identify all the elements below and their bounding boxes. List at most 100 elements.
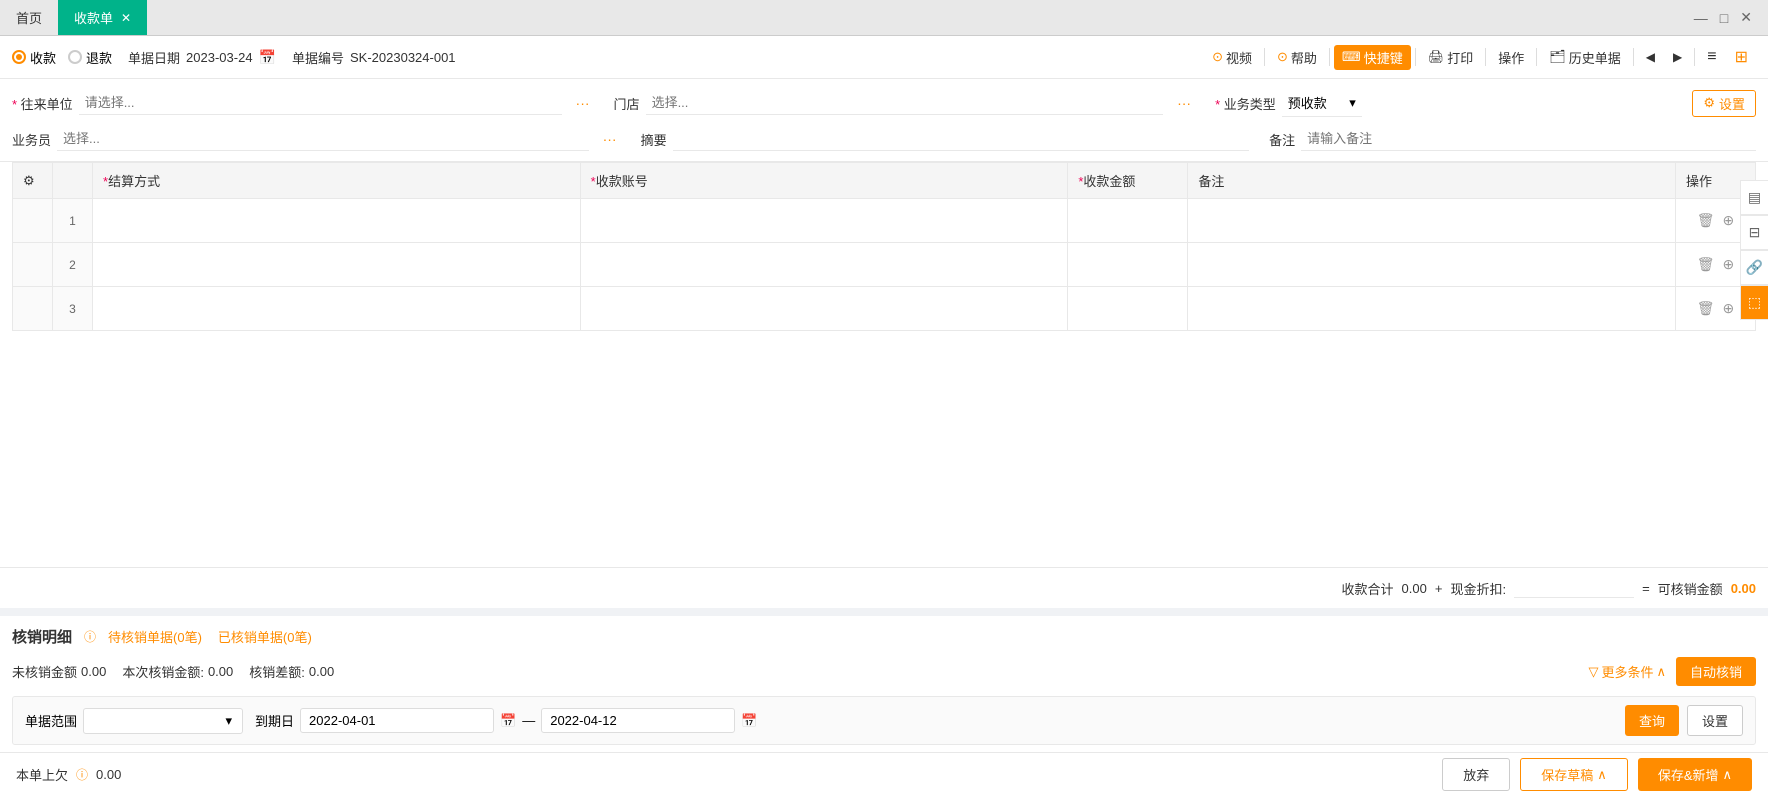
- row-1-settle-input[interactable]: [93, 199, 580, 242]
- nav-prev-button[interactable]: ◀: [1638, 47, 1663, 67]
- business-type-select[interactable]: 预收款 ▾: [1282, 89, 1362, 117]
- right-btn-1[interactable]: ▤: [1740, 180, 1768, 215]
- footer-info-icon[interactable]: ⓘ: [76, 766, 88, 783]
- tab-pending[interactable]: 待核销单据(0笔): [108, 627, 202, 646]
- discount-input[interactable]: [1514, 578, 1634, 598]
- calendar-icon[interactable]: 📅: [259, 49, 276, 66]
- row-3-amount-input[interactable]: [1068, 287, 1187, 330]
- minimize-button[interactable]: —: [1690, 6, 1712, 30]
- date-start-input[interactable]: [300, 708, 494, 733]
- row-2-settle-input[interactable]: [93, 243, 580, 286]
- divider5: [1536, 48, 1537, 66]
- tab-home[interactable]: 首页: [0, 0, 58, 35]
- row-2-delete-icon[interactable]: 🗑: [1697, 256, 1715, 273]
- row-1-account-input[interactable]: [581, 199, 1068, 242]
- gear-col-header[interactable]: ⚙: [13, 163, 53, 199]
- divider4: [1485, 48, 1486, 66]
- row-1-settle[interactable]: [93, 199, 581, 243]
- right-btn-2[interactable]: ⊟: [1740, 215, 1768, 250]
- help-button[interactable]: ⊙ 帮助: [1269, 45, 1325, 70]
- row-3-amount[interactable]: [1068, 287, 1188, 331]
- summary-field: 摘要: [641, 127, 1250, 151]
- reconcile-settings-button[interactable]: 设置: [1687, 705, 1743, 736]
- doc-range-select[interactable]: ▾: [83, 708, 243, 734]
- chevron-down-icon: ▾: [225, 713, 232, 729]
- settings-button[interactable]: ⚙ 设置: [1692, 90, 1756, 117]
- operate-button[interactable]: 操作: [1490, 45, 1532, 70]
- row-2-amount[interactable]: [1068, 243, 1188, 287]
- calendar-end-icon[interactable]: 📅: [741, 713, 757, 729]
- counterpart-label: 往来单位: [12, 94, 73, 113]
- business-type-label: 业务类型: [1215, 94, 1276, 113]
- save-draft-button[interactable]: 保存草稿 ∧: [1520, 758, 1628, 791]
- video-button[interactable]: ⊙ 视频: [1204, 45, 1260, 70]
- print-button[interactable]: 🖨 打印: [1420, 45, 1482, 70]
- store-more-icon[interactable]: ···: [1173, 95, 1195, 111]
- row-2-remark-input[interactable]: [1188, 243, 1675, 286]
- abandon-button[interactable]: 放弃: [1442, 758, 1510, 791]
- row-2-num: 2: [53, 243, 93, 287]
- query-button[interactable]: 查询: [1625, 705, 1679, 736]
- shortcut-button[interactable]: ⌨ 快捷键: [1334, 45, 1411, 70]
- more-filter-button[interactable]: ▽ 更多条件 ∧: [1588, 662, 1666, 681]
- tab-receipt[interactable]: 收款单 ✕: [58, 0, 147, 35]
- remark-header: 备注: [1188, 163, 1676, 199]
- row-2-settle[interactable]: [93, 243, 581, 287]
- row-2-account-input[interactable]: [581, 243, 1068, 286]
- tab-done[interactable]: 已核销单据(0笔): [218, 627, 312, 646]
- remark-input[interactable]: [1301, 127, 1756, 151]
- auto-reconcile-button[interactable]: 自动核销: [1676, 657, 1756, 686]
- close-tab-icon[interactable]: ✕: [121, 11, 131, 25]
- row-1-amount-input[interactable]: [1068, 199, 1187, 242]
- row-3-settle-input[interactable]: [93, 287, 580, 330]
- counterpart-input[interactable]: [79, 91, 562, 115]
- nav-next-button[interactable]: ▶: [1665, 47, 1690, 67]
- chevron-up-icon: ∧: [1656, 664, 1666, 680]
- radio-refund[interactable]: 退款: [68, 48, 112, 67]
- form-section: 往来单位 ··· 门店 ··· 业务类型 预收款 ▾ ⚙ 设置: [0, 79, 1768, 162]
- remark-field: 备注: [1269, 127, 1756, 151]
- save-new-button[interactable]: 保存&新增 ∧: [1638, 758, 1752, 791]
- right-float-panel: ▤ ⊟ 🔗 ⬚: [1740, 180, 1768, 320]
- row-3-remark[interactable]: [1188, 287, 1676, 331]
- summary-input[interactable]: [673, 127, 1250, 151]
- counterpart-more-icon[interactable]: ···: [572, 95, 594, 111]
- row-1-amount[interactable]: [1068, 199, 1188, 243]
- row-1-account[interactable]: [580, 199, 1068, 243]
- store-field: 门店 ···: [614, 91, 1196, 115]
- reconcile-info-icon[interactable]: ⓘ: [84, 628, 96, 645]
- row-3-settle[interactable]: [93, 287, 581, 331]
- shortcut-icon: ⌨: [1342, 49, 1361, 65]
- row-2-account[interactable]: [580, 243, 1068, 287]
- counterpart-field: 往来单位 ···: [12, 91, 594, 115]
- date-end-input[interactable]: [541, 708, 735, 733]
- staff-input[interactable]: [57, 127, 589, 151]
- row-3-delete-icon[interactable]: 🗑: [1697, 300, 1715, 317]
- orange-layout-button[interactable]: ⊞: [1727, 44, 1756, 70]
- gear-icon: ⚙: [1703, 95, 1715, 111]
- calendar-start-icon[interactable]: 📅: [500, 713, 516, 729]
- row-3-remark-input[interactable]: [1188, 287, 1675, 330]
- right-btn-3[interactable]: 🔗: [1740, 250, 1768, 285]
- row-2-remark[interactable]: [1188, 243, 1676, 287]
- divider2: [1329, 48, 1330, 66]
- footer-left: 本单上欠 ⓘ 0.00: [16, 765, 121, 784]
- row-2-copy-icon[interactable]: ⊕: [1723, 256, 1735, 273]
- row-3-account-input[interactable]: [581, 287, 1068, 330]
- save-new-chevron-icon: ∧: [1722, 767, 1732, 783]
- right-btn-4[interactable]: ⬚: [1740, 285, 1768, 320]
- row-2-amount-input[interactable]: [1068, 243, 1187, 286]
- row-1-delete-icon[interactable]: 🗑: [1697, 212, 1715, 229]
- maximize-button[interactable]: □: [1716, 6, 1732, 30]
- row-1-remark[interactable]: [1188, 199, 1676, 243]
- history-button[interactable]: 🗂 历史单据: [1541, 45, 1629, 70]
- close-window-button[interactable]: ✕: [1736, 5, 1756, 30]
- row-1-remark-input[interactable]: [1188, 199, 1675, 242]
- row-3-account[interactable]: [580, 287, 1068, 331]
- store-input[interactable]: [646, 91, 1164, 115]
- row-1-copy-icon[interactable]: ⊕: [1723, 212, 1735, 229]
- layout-button[interactable]: ≡: [1699, 45, 1724, 69]
- row-3-copy-icon[interactable]: ⊕: [1723, 300, 1735, 317]
- radio-collect[interactable]: 收款: [12, 48, 56, 67]
- staff-more-icon[interactable]: ···: [599, 131, 621, 147]
